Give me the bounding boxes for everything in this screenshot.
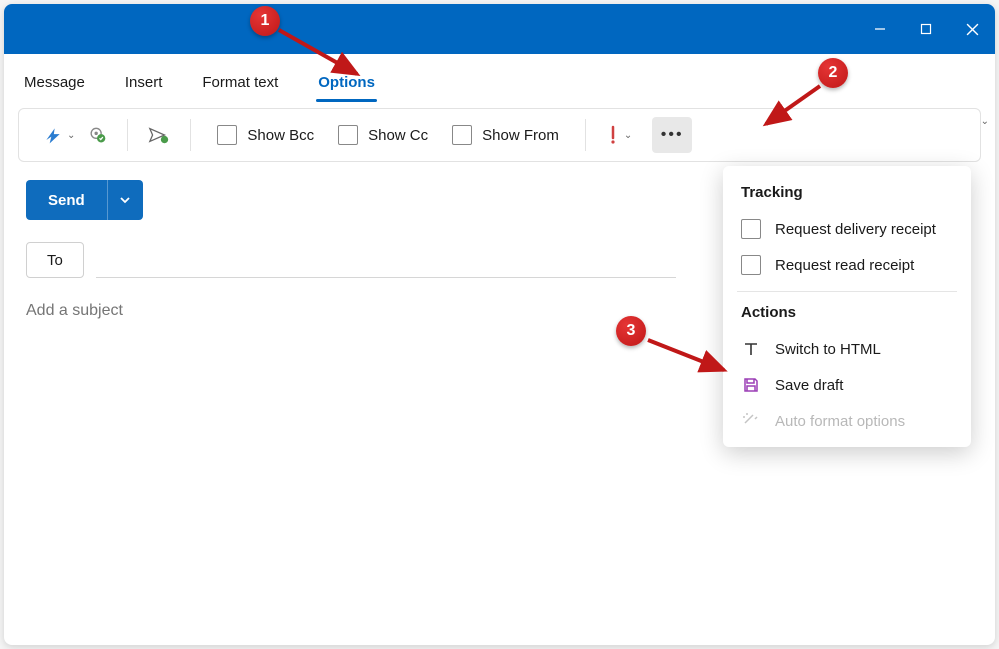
sensitivity-button[interactable]: ⌄ <box>37 117 81 153</box>
minimize-button[interactable] <box>857 4 903 54</box>
request-delivery-label: Request delivery receipt <box>775 221 936 238</box>
separator <box>585 119 586 151</box>
chevron-down-icon: ⌄ <box>624 130 632 141</box>
importance-button[interactable]: ⌄ <box>600 117 638 153</box>
to-button[interactable]: To <box>26 242 84 278</box>
callout-2: 2 <box>818 58 848 88</box>
send-options-button[interactable] <box>107 180 143 220</box>
text-icon <box>741 339 761 359</box>
checkbox-box <box>217 125 237 145</box>
switch-html-label: Switch to HTML <box>775 341 881 358</box>
save-draft-label: Save draft <box>775 377 843 394</box>
save-draft-item[interactable]: Save draft <box>723 367 971 403</box>
checkbox-box <box>452 125 472 145</box>
divider <box>737 291 957 292</box>
send-button[interactable]: Send <box>26 180 107 220</box>
send-split-button: Send <box>26 180 143 220</box>
feather-icon <box>43 125 63 145</box>
actions-section-title: Actions <box>723 300 971 331</box>
ribbon-collapse-chevron[interactable]: ⌄ <box>981 116 989 127</box>
separator <box>127 119 128 151</box>
show-bcc-checkbox[interactable]: Show Bcc <box>205 125 326 145</box>
show-bcc-label: Show Bcc <box>247 127 314 144</box>
auto-format-label: Auto format options <box>775 413 905 430</box>
tab-insert[interactable]: Insert <box>125 62 163 101</box>
more-options-dropdown: Tracking Request delivery receipt Reques… <box>723 166 971 447</box>
more-options-button[interactable]: ••• <box>652 117 692 153</box>
tab-message[interactable]: Message <box>24 62 85 101</box>
show-from-checkbox[interactable]: Show From <box>440 125 571 145</box>
request-read-label: Request read receipt <box>775 257 914 274</box>
auto-format-options-item[interactable]: Auto format options <box>723 403 971 439</box>
separator <box>190 119 191 151</box>
chevron-down-icon: ⌄ <box>67 130 75 141</box>
send-icon <box>148 125 170 145</box>
checkbox-box <box>741 219 761 239</box>
switch-to-html-item[interactable]: Switch to HTML <box>723 331 971 367</box>
callout-1: 1 <box>250 6 280 36</box>
request-read-receipt-item[interactable]: Request read receipt <box>723 247 971 283</box>
encrypt-button[interactable] <box>81 117 113 153</box>
save-icon <box>741 375 761 395</box>
close-button[interactable] <box>949 4 995 54</box>
to-input[interactable] <box>96 242 676 278</box>
request-delivery-receipt-item[interactable]: Request delivery receipt <box>723 211 971 247</box>
outlook-compose-window: Message Insert Format text Options ⌄ <box>4 4 995 645</box>
tab-options[interactable]: Options <box>318 62 375 101</box>
gear-shield-icon <box>87 125 107 145</box>
checkbox-box <box>338 125 358 145</box>
tracking-section-title: Tracking <box>723 180 971 211</box>
checkbox-box <box>741 255 761 275</box>
show-cc-label: Show Cc <box>368 127 428 144</box>
request-receipt-button[interactable] <box>142 117 176 153</box>
tab-format-text[interactable]: Format text <box>202 62 278 101</box>
chevron-down-icon <box>118 193 132 207</box>
show-from-label: Show From <box>482 127 559 144</box>
wand-icon <box>741 411 761 431</box>
callout-3: 3 <box>616 316 646 346</box>
ribbon-toolbar: ⌄ Show Bc <box>18 108 981 162</box>
titlebar <box>4 4 995 54</box>
maximize-button[interactable] <box>903 4 949 54</box>
exclamation-icon <box>606 125 620 145</box>
ellipsis-icon: ••• <box>661 126 684 144</box>
show-cc-checkbox[interactable]: Show Cc <box>326 125 440 145</box>
